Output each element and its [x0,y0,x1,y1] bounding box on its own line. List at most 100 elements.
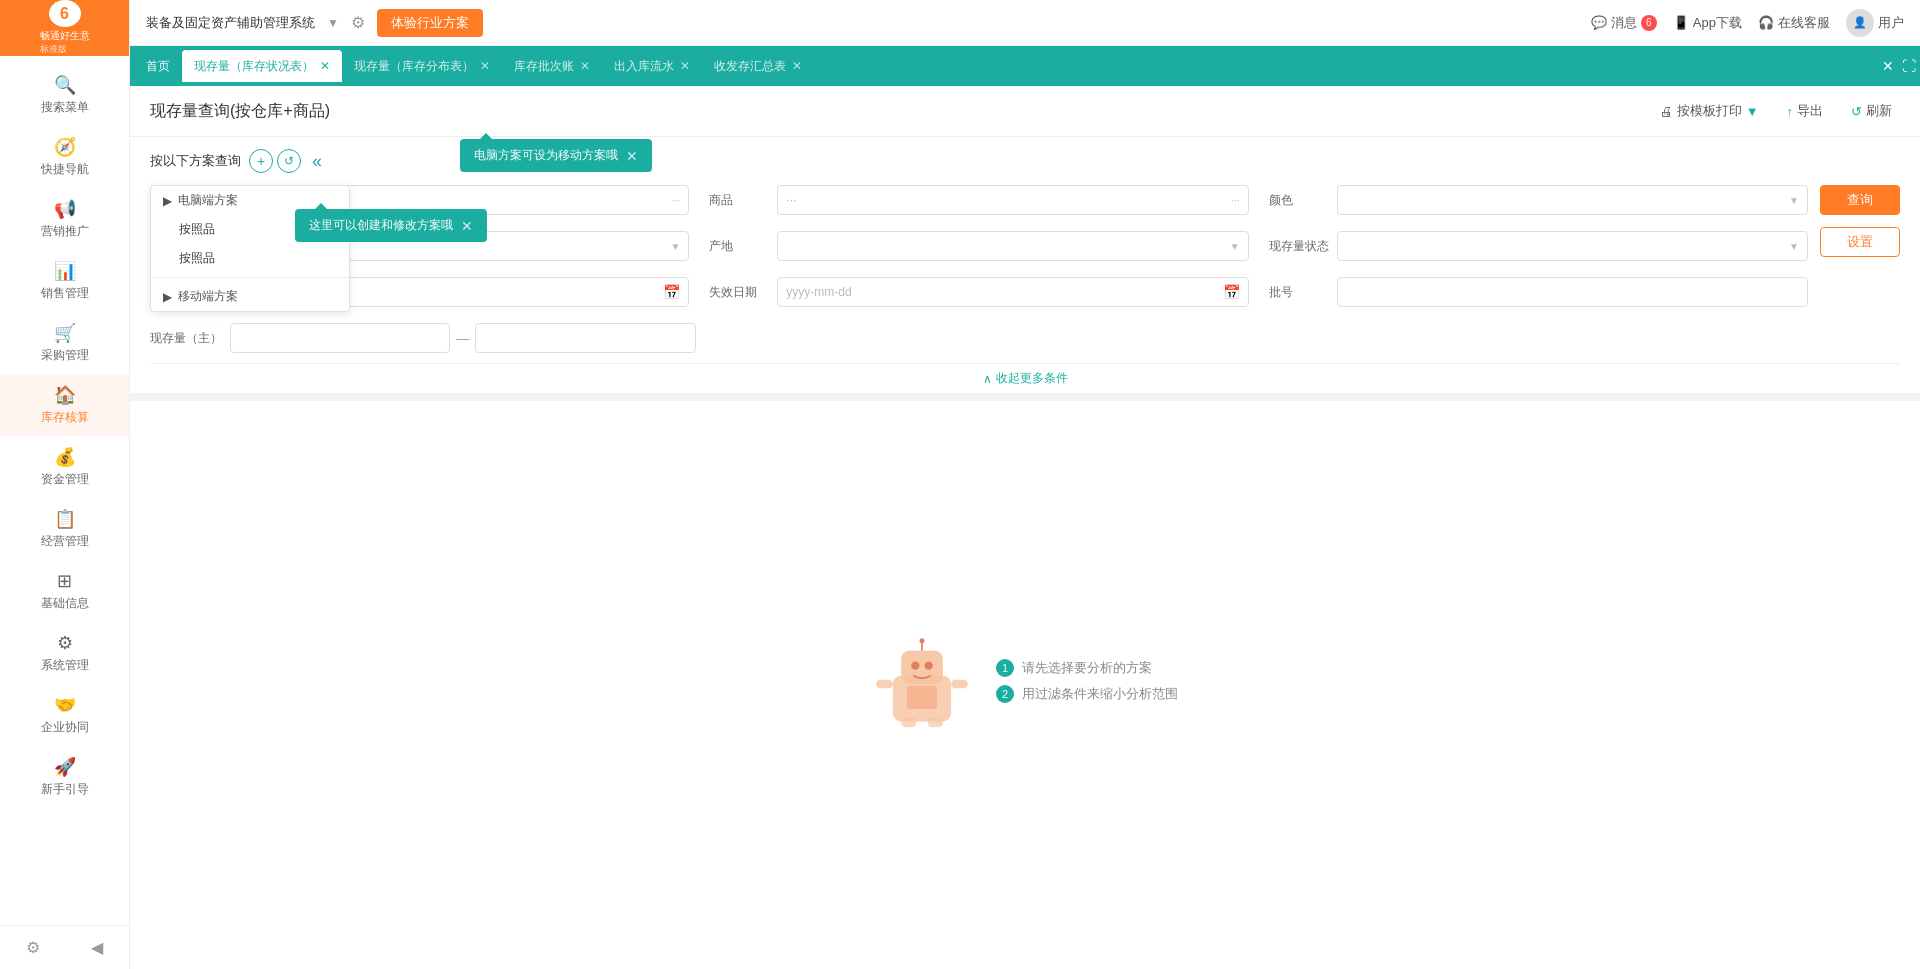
system-name: 装备及固定资产辅助管理系统 [146,14,315,32]
sidebar-item-enterprise[interactable]: 🤝 企业协同 [0,684,129,746]
back-btn[interactable]: « [305,149,329,173]
filter-stock-main: 现存量（主） — [150,323,696,353]
sales-icon: 📊 [54,260,76,282]
sidebar: 6 畅通好生意 标准版 🔍 搜索菜单 🧭 快捷导航 📢 营销推广 📊 销售管理 … [0,0,130,969]
empty-state-content: 1 请先选择要分析的方案 2 用过滤条件来缩小分析范围 [872,634,1178,737]
sidebar-item-basic[interactable]: ⊞ 基础信息 [0,560,129,622]
header-right: 💬 消息 6 📱 App下载 🎧 在线客服 👤 用户 [1591,9,1904,37]
desktop-scheme-item-2[interactable]: 按照品 [151,244,349,273]
inventory-status-tab-label: 现存量（库存状况表） [194,58,314,75]
basic-icon: ⊞ [57,570,72,592]
empty-step-2: 2 用过滤条件来缩小分析范围 [996,685,1178,703]
user-avatar: 👤 [1846,9,1874,37]
search-icon: 🔍 [54,74,76,96]
sidebar-item-guide[interactable]: 🧭 快捷导航 [0,126,129,188]
collapse-sidebar-btn[interactable]: ◀ [91,938,103,957]
origin-label: 产地 [709,238,769,255]
tooltip1-close-btn[interactable]: ✕ [626,148,638,164]
sidebar-item-newbie[interactable]: 🚀 新手引导 [0,746,129,808]
export-btn[interactable]: ↑ 导出 [1779,98,1832,124]
sidebar-nav: 🔍 搜索菜单 🧭 快捷导航 📢 营销推广 📊 销售管理 🛒 采购管理 🏠 库存核… [0,56,129,925]
batch-no-input[interactable] [1337,277,1808,307]
sidebar-item-finance[interactable]: 💰 资金管理 [0,436,129,498]
query-btn[interactable]: 查询 [1820,185,1900,215]
scheme-tooltip-2: 这里可以创建和修改方案哦 ✕ .tooltip-green-2::before … [295,209,487,242]
tab-inventory-dist[interactable]: 现存量（库存分布表） ✕ [342,50,502,82]
maximize-btn[interactable]: ⛶ [1902,58,1916,74]
print-btn[interactable]: 🖨 按模板打印 ▼ [1652,98,1767,124]
system-dropdown-icon[interactable]: ▼ [327,16,339,30]
refresh-scheme-btn[interactable]: ↺ [277,149,301,173]
collapse-icon: ∧ [983,372,992,386]
tab-bar: 首页 现存量（库存状况表） ✕ 现存量（库存分布表） ✕ 库存批次账 ✕ 出入库… [130,46,1920,86]
empty-state: 1 请先选择要分析的方案 2 用过滤条件来缩小分析范围 [130,401,1920,969]
tab-bar-actions: ✕ ⛶ [1882,58,1916,74]
goods-label: 商品 [709,192,769,209]
close-collect-summary-tab[interactable]: ✕ [792,59,802,73]
close-inventory-batch-tab[interactable]: ✕ [580,59,590,73]
sidebar-item-purchase[interactable]: 🛒 采购管理 [0,312,129,374]
tab-inventory-batch[interactable]: 库存批次账 ✕ [502,50,602,82]
filter-row-3: 生产日期 yyyy-mm-dd 📅 失效日期 yyyy-mm-dd 📅 [150,277,1808,317]
color-select[interactable]: ▼ [1337,185,1808,215]
step-2-num: 2 [996,685,1014,703]
tab-inventory-status[interactable]: 现存量（库存状况表） ✕ [182,50,342,82]
settings-footer-btn[interactable]: ⚙ [26,938,40,957]
header-app-download[interactable]: 📱 App下载 [1673,14,1742,32]
sidebar-item-inventory[interactable]: 🏠 库存核算 [0,374,129,436]
origin-select[interactable]: ▼ [777,231,1248,261]
home-tab-label: 首页 [146,58,170,75]
stock-main-range: — [230,323,696,353]
expiry-date-input[interactable]: yyyy-mm-dd 📅 [777,277,1248,307]
sidebar-item-operations[interactable]: 📋 经营管理 [0,498,129,560]
filter-btns: 查询 设置 [1820,185,1900,257]
stock-main-min[interactable] [230,323,450,353]
close-all-tabs-btn[interactable]: ✕ [1882,58,1894,74]
sidebar-item-system[interactable]: ⚙ 系统管理 [0,622,129,684]
empty-step-1: 1 请先选择要分析的方案 [996,659,1178,677]
sidebar-item-sales[interactable]: 📊 销售管理 [0,250,129,312]
tab-home[interactable]: 首页 [134,50,182,82]
message-icon: 💬 [1591,15,1607,30]
add-scheme-btn[interactable]: + [249,149,273,173]
expand-mobile-icon: ▶ [163,290,172,304]
tooltip2-close-btn[interactable]: ✕ [461,218,473,234]
svg-rect-8 [901,717,916,727]
sidebar-item-search[interactable]: 🔍 搜索菜单 [0,64,129,126]
mobile-scheme-header[interactable]: ▶ 移动端方案 [151,282,349,311]
app-header: 装备及固定资产辅助管理系统 ▼ ⚙ 体验行业方案 💬 消息 6 📱 App下载 … [130,0,1920,46]
collapse-filter-btn[interactable]: ∧ 收起更多条件 [150,363,1900,393]
header-service[interactable]: 🎧 在线客服 [1758,14,1830,32]
compass-icon: 🧭 [54,136,76,158]
header-settings-icon[interactable]: ⚙ [351,13,365,32]
tab-collect-summary[interactable]: 收发存汇总表 ✕ [702,50,814,82]
svg-rect-6 [876,679,893,687]
page-title: 现存量查询(按仓库+商品) [150,101,330,122]
filter-expiry-date: 失效日期 yyyy-mm-dd 📅 [709,277,1248,307]
collect-summary-tab-label: 收发存汇总表 [714,58,786,75]
filter-actions: + ↺ « [249,149,329,173]
header-message[interactable]: 💬 消息 6 [1591,14,1657,32]
svg-point-2 [911,661,919,669]
stock-main-max[interactable] [475,323,695,353]
filter-color: 颜色 ▼ [1269,185,1808,215]
close-in-out-flow-tab[interactable]: ✕ [680,59,690,73]
close-inventory-status-tab[interactable]: ✕ [320,59,330,73]
svg-rect-7 [951,679,968,687]
stock-status-select[interactable]: ▼ [1337,231,1808,261]
header-user[interactable]: 👤 用户 [1846,9,1904,37]
goods-select[interactable]: ··· ··· [777,185,1248,215]
setup-btn[interactable]: 设置 [1820,227,1900,257]
close-inventory-dist-tab[interactable]: ✕ [480,59,490,73]
refresh-btn[interactable]: ↺ 刷新 [1843,98,1900,124]
tab-in-out-flow[interactable]: 出入库流水 ✕ [602,50,702,82]
empty-illustration [872,634,972,737]
in-out-flow-tab-label: 出入库流水 [614,58,674,75]
stock-main-label: 现存量（主） [150,330,222,347]
newbie-icon: 🚀 [54,756,76,778]
sidebar-item-marketing[interactable]: 📢 营销推广 [0,188,129,250]
industry-btn[interactable]: 体验行业方案 [377,9,483,37]
svg-rect-10 [907,685,937,708]
page-content: 现存量查询(按仓库+商品) 🖨 按模板打印 ▼ ↑ 导出 ↺ 刷新 [130,86,1920,969]
scheme-divider [151,277,349,278]
